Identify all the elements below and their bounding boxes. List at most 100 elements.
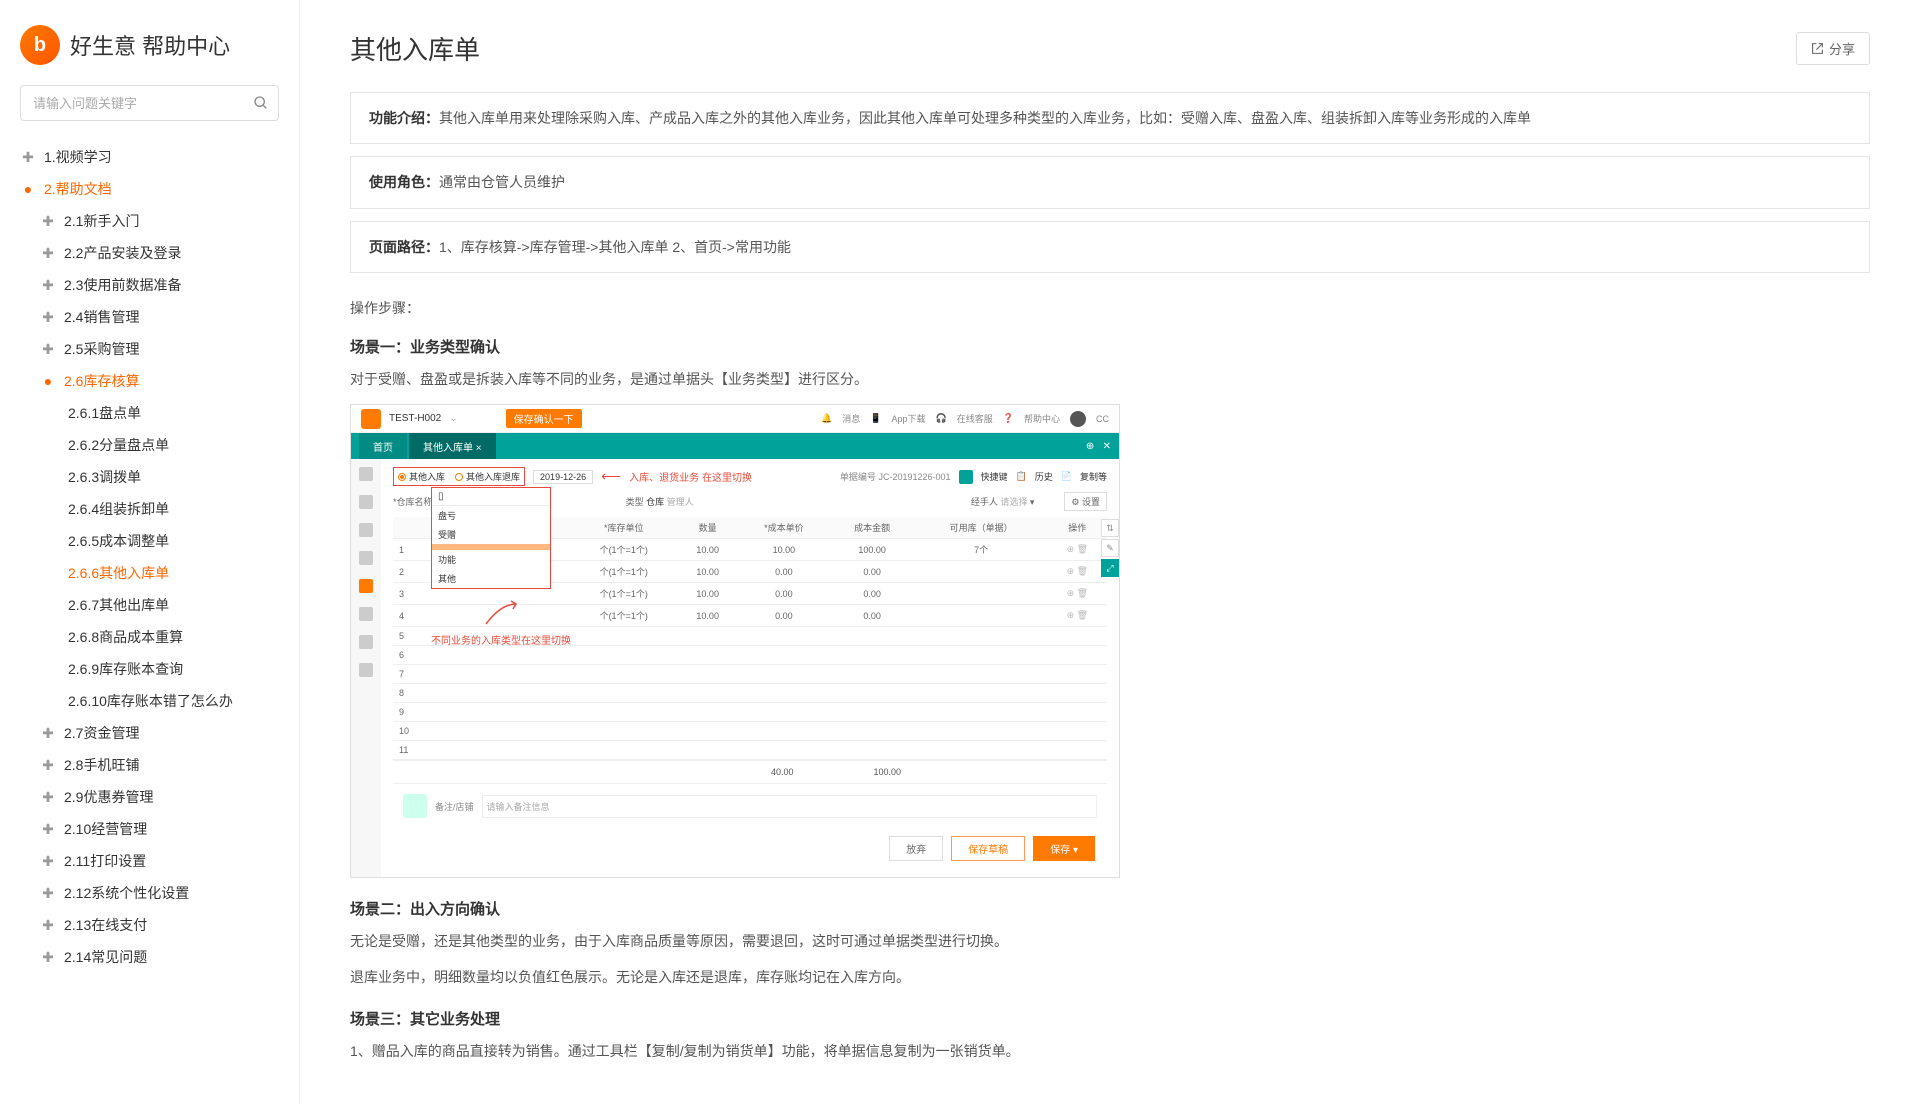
plus-icon: ✚ — [40, 885, 56, 901]
steps-label: 操作步骤： — [350, 298, 1870, 318]
ss-btn-cancel: 放弃 — [889, 836, 943, 861]
nav-item-2-6-2[interactable]: 2.6.2分量盘点单 — [20, 429, 279, 461]
search-wrap — [20, 85, 279, 121]
ss-table-footer: 40.00 100.00 — [393, 760, 1107, 783]
title-row: 其他入库单 分享 — [350, 30, 1870, 67]
ss-side-icon — [359, 495, 373, 509]
ss-radio2: 其他入库退库 — [466, 470, 520, 483]
ss-wh-sub: 管理人 — [667, 497, 694, 507]
nav-item-2-9[interactable]: ✚2.9优惠券管理 — [20, 781, 279, 813]
nav-item-2-13[interactable]: ✚2.13在线支付 — [20, 909, 279, 941]
ss-col: 数量 — [677, 517, 738, 539]
ss-wh-val: 仓库 — [646, 497, 664, 507]
ss-remark-input: 请输入备注信息 — [482, 795, 1097, 818]
nav-item-2-5[interactable]: ✚2.5采购管理 — [20, 333, 279, 365]
arrow-icon — [481, 599, 521, 629]
ss-body: ⇅ ✎ ⤢ 其他入库 其他入库退库 2019-12-26 ⟵ — [351, 459, 1119, 877]
ss-sum-qty: 40.00 — [771, 767, 794, 777]
nav-item-2-14[interactable]: ✚2.14常见问题 — [20, 941, 279, 973]
ss-tr-0: 消息 — [842, 412, 860, 425]
nav-item-2-12[interactable]: ✚2.12系统个性化设置 — [20, 877, 279, 909]
ss-orderno: JC-20191226-001 — [878, 472, 950, 482]
logo-icon: b — [20, 25, 60, 65]
sidebar: b 好生意 帮助中心 ✚1.视频学习 ●2.帮助文档 ✚2.1新手入门 ✚ 2.2… — [0, 0, 300, 1104]
ss-radio1: 其他入库 — [409, 470, 445, 483]
nav-item-2-6-3[interactable]: 2.6.3调拨单 — [20, 461, 279, 493]
nav-item-2-6-10[interactable]: 2.6.10库存账本错了怎么办 — [20, 685, 279, 717]
share-label: 分享 — [1829, 39, 1855, 58]
ss-wh-label: *仓库名称 — [393, 497, 433, 507]
ss-settings: 设置 — [1082, 497, 1100, 507]
nav-label: 2.6.10库存账本错了怎么办 — [68, 691, 233, 711]
ss-left-sidebar — [351, 459, 381, 877]
plus-icon: ✚ — [40, 245, 56, 261]
tool-icon: ⤢ — [1101, 559, 1119, 577]
ss-col: *成本单价 — [738, 517, 829, 539]
ss-side-icon — [359, 635, 373, 649]
scene2-title: 场景二：出入方向确认 — [350, 898, 1870, 919]
nav-item-2-8[interactable]: ✚2.8手机旺铺 — [20, 749, 279, 781]
ss-logo-icon — [361, 409, 381, 429]
nav-item-2-10[interactable]: ✚2.10经营管理 — [20, 813, 279, 845]
nav-item-2-6-4[interactable]: 2.6.4组装拆卸单 — [20, 493, 279, 525]
ss-remark-label: 备注/店铺 — [435, 800, 474, 813]
ss-col: *库存单位 — [570, 517, 677, 539]
plus-icon: ✚ — [40, 757, 56, 773]
path-label: 页面路径： — [369, 239, 439, 255]
main-content: 其他入库单 分享 功能介绍：其他入库单用来处理除采购入库、产成品入库之外的其他入… — [300, 0, 1920, 1104]
ss-tr-3: 帮助中心 — [1024, 412, 1060, 425]
ss-dropdown-overlay: ▯ 盘亏 受赠 功能 其他 不同业务的入库类型在这里切换 — [431, 487, 571, 647]
nav-label: 2.6.4组装拆卸单 — [68, 499, 169, 519]
nav-label: 2.6.5成本调整单 — [68, 531, 169, 551]
minus-icon: ● — [20, 181, 36, 197]
ss-dd-1: 受赠 — [432, 525, 550, 544]
ss-right-toolbar: ⇅ ✎ ⤢ — [1101, 519, 1119, 579]
nav-item-2-6-5[interactable]: 2.6.5成本调整单 — [20, 525, 279, 557]
ss-quick: 快捷键 — [981, 470, 1008, 483]
intro-text: 其他入库单用来处理除采购入库、产成品入库之外的其他入库业务，因此其他入库单可处理… — [439, 110, 1531, 126]
nav-item-video[interactable]: ✚1.视频学习 — [20, 141, 279, 173]
logo-text: 好生意 帮助中心 — [70, 29, 230, 61]
scene1-text: 对于受赠、盘盈或是拆装入库等不同的业务，是通过单据头【业务类型】进行区分。 — [350, 367, 1870, 392]
ss-dropdown: ▯ 盘亏 受赠 功能 其他 — [431, 487, 551, 589]
logo-row: b 好生意 帮助中心 — [20, 25, 279, 65]
nav-item-2-6-1[interactable]: 2.6.1盘点单 — [20, 397, 279, 429]
scene2-text2: 退库业务中，明细数量均以负值红色展示。无论是入库还是退库，库存账均记在入库方向。 — [350, 965, 1870, 990]
ss-history: 历史 — [1035, 470, 1053, 483]
nav-item-2-6-7[interactable]: 2.6.7其他出库单 — [20, 589, 279, 621]
nav-item-2-1[interactable]: ✚2.1新手入门 — [20, 205, 279, 237]
nav-item-2-7[interactable]: ✚2.7资金管理 — [20, 717, 279, 749]
plus-icon: ✚ — [40, 917, 56, 933]
nav-item-2-6[interactable]: ●2.6库存核算 — [20, 365, 279, 397]
ss-col: 成本金额 — [830, 517, 915, 539]
ss-col — [393, 517, 432, 539]
ss-date: 2019-12-26 — [533, 470, 593, 484]
table-row: 7 — [393, 665, 1107, 684]
share-button[interactable]: 分享 — [1796, 32, 1870, 65]
nav-item-docs[interactable]: ●2.帮助文档 — [20, 173, 279, 205]
role-box: 使用角色：通常由仓管人员维护 — [350, 156, 1870, 208]
nav-item-2-11[interactable]: ✚2.11打印设置 — [20, 845, 279, 877]
nav-label: 2.6.1盘点单 — [68, 403, 141, 423]
nav-item-2-6-9[interactable]: 2.6.9库存账本查询 — [20, 653, 279, 685]
nav-item-2-2[interactable]: ✚ 2.2产品安装及登录 — [20, 237, 279, 269]
nav-item-2-4[interactable]: ✚2.4销售管理 — [20, 301, 279, 333]
ss-side-icon — [359, 551, 373, 565]
nav-item-2-6-6[interactable]: 2.6.6其他入库单 — [20, 557, 279, 589]
tool-icon: ✎ — [1101, 539, 1119, 557]
ss-annotation1: 入库、退货业务 在这里切换 — [629, 469, 752, 484]
intro-label: 功能介绍： — [369, 110, 439, 126]
nav-label: 2.6库存核算 — [64, 371, 139, 391]
ss-clerk-label: 经手人 — [971, 497, 998, 507]
nav-label: 2.11打印设置 — [64, 851, 146, 871]
nav-label: 2.2产品安装及登录 — [64, 243, 181, 263]
nav-item-2-3[interactable]: ✚2.3使用前数据准备 — [20, 269, 279, 301]
search-input[interactable] — [20, 85, 279, 121]
ss-type-label: 类型 — [626, 497, 644, 507]
ss-header-row: 其他入库 其他入库退库 2019-12-26 ⟵ 入库、退货业务 在这里切换 单… — [393, 467, 1107, 486]
plus-icon: ✚ — [40, 341, 56, 357]
ss-side-icon — [359, 663, 373, 677]
role-text: 通常由仓管人员维护 — [439, 174, 565, 190]
ss-clerk-ph: 请选择 — [1000, 497, 1027, 507]
nav-item-2-6-8[interactable]: 2.6.8商品成本重算 — [20, 621, 279, 653]
